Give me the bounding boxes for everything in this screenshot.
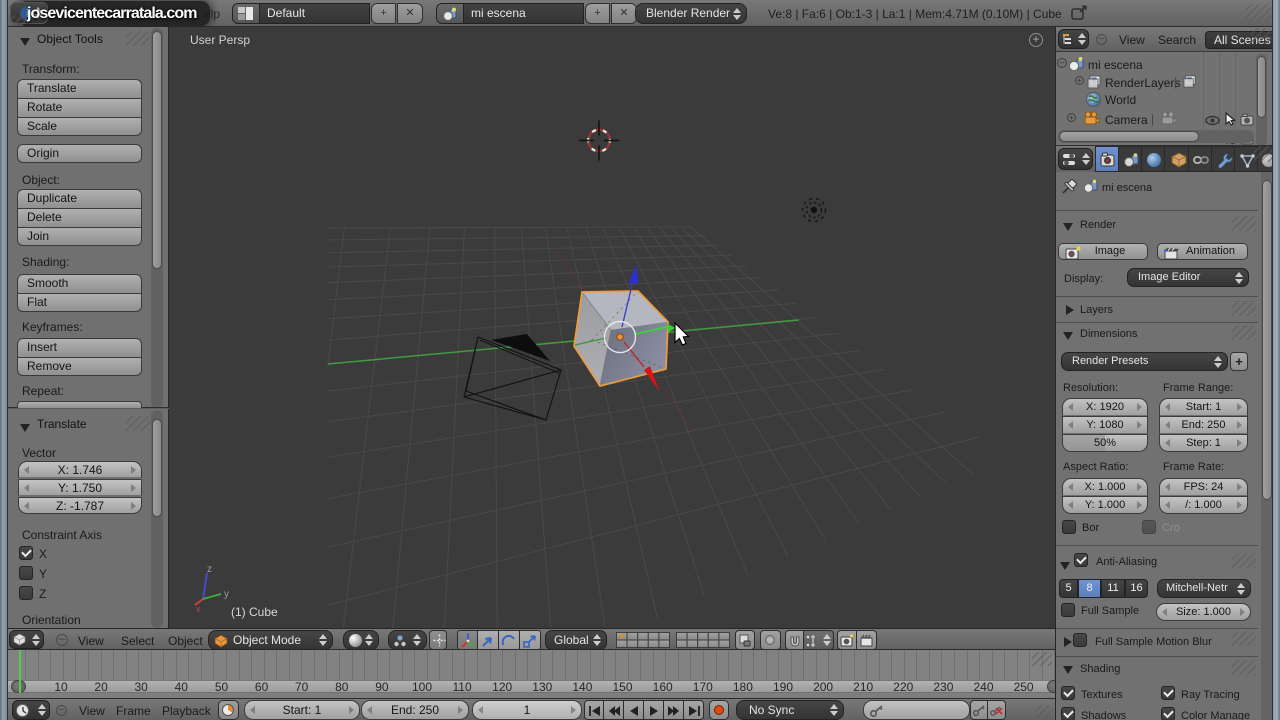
svg-text:y: y: [224, 589, 229, 600]
svg-text:x: x: [196, 604, 201, 614]
svg-text:z: z: [207, 564, 212, 575]
